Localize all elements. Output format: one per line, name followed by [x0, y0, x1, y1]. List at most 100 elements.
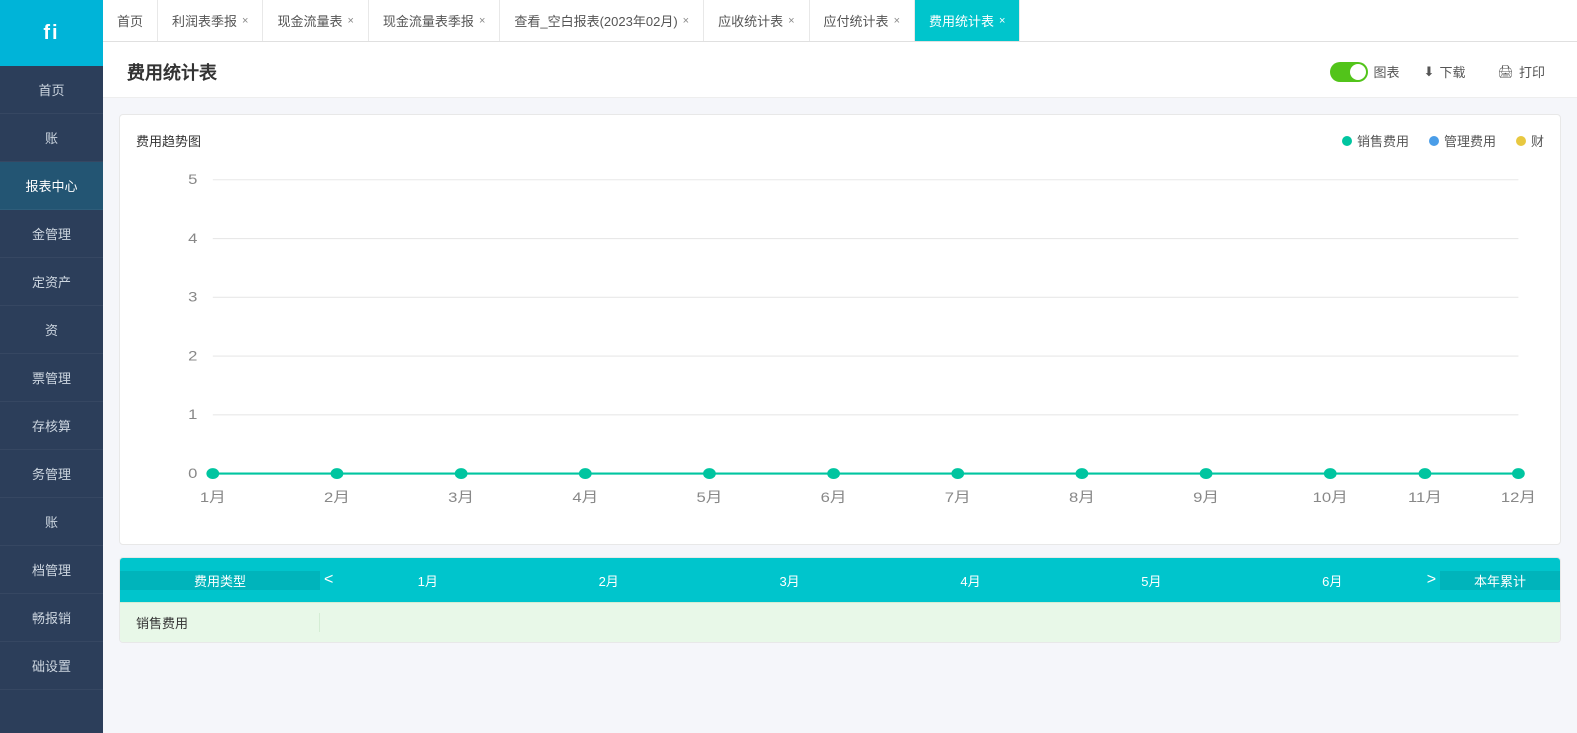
tab-blank-report[interactable]: 查看_空白报表(2023年02月) ×: [500, 0, 704, 42]
th-month-1: 1月: [337, 571, 518, 590]
main-area: 首页 利润表季报 × 现金流量表 × 现金流量表季报 × 查看_空白报表(202…: [103, 0, 1577, 733]
legend-label-sales: 销售费用: [1357, 131, 1409, 150]
svg-text:5: 5: [188, 172, 197, 188]
sidebar-item-tickets[interactable]: 票管理: [0, 354, 103, 402]
th-month-4: 4月: [880, 571, 1061, 590]
chart-header: 费用趋势图 销售费用 管理费用 财: [136, 131, 1544, 150]
close-icon[interactable]: ×: [788, 15, 794, 27]
chart-section: 费用趋势图 销售费用 管理费用 财: [119, 114, 1561, 545]
legend-dot-admin: [1429, 136, 1439, 146]
sidebar-item-account[interactable]: 账: [0, 114, 103, 162]
svg-text:2月: 2月: [324, 490, 350, 506]
sidebar-item-capital[interactable]: 资: [0, 306, 103, 354]
sidebar-item-finance[interactable]: 金管理: [0, 210, 103, 258]
sidebar-item-inventory[interactable]: 存核算: [0, 402, 103, 450]
header-actions: 图表 ⬇ 下载 🖨 打印: [1330, 58, 1553, 85]
th-month-5-label: 5月: [1141, 571, 1161, 590]
legend-dot-sales: [1342, 136, 1352, 146]
chart-legend: 销售费用 管理费用 财: [1342, 131, 1544, 150]
print-label: 打印: [1519, 62, 1545, 81]
sidebar-item-archive[interactable]: 档管理: [0, 546, 103, 594]
download-label: 下载: [1439, 62, 1465, 81]
th-month-6: 6月: [1242, 571, 1423, 590]
table-row: 销售费用: [120, 602, 1560, 642]
tab-expense-stats[interactable]: 费用统计表 ×: [915, 0, 1020, 42]
svg-text:12月: 12月: [1501, 490, 1536, 506]
close-icon[interactable]: ×: [683, 15, 689, 27]
chart-container: 5 4 3 2 1 0: [136, 158, 1544, 528]
print-button[interactable]: 🖨 打印: [1489, 58, 1553, 85]
tab-payable[interactable]: 应付统计表 ×: [810, 0, 915, 42]
svg-text:2: 2: [188, 349, 197, 365]
sidebar-logo: fi: [0, 0, 103, 66]
svg-text:3: 3: [188, 290, 197, 306]
th-type: 费用类型: [120, 571, 320, 590]
tabs-bar: 首页 利润表季报 × 现金流量表 × 现金流量表季报 × 查看_空白报表(202…: [103, 0, 1577, 42]
legend-dot-finance: [1516, 136, 1526, 146]
svg-text:10月: 10月: [1313, 490, 1348, 506]
svg-text:1月: 1月: [200, 490, 226, 506]
th-month-2: 2月: [518, 571, 699, 590]
sidebar-item-assets[interactable]: 定资产: [0, 258, 103, 306]
th-month-3: 3月: [699, 571, 880, 590]
download-icon: ⬇: [1424, 64, 1435, 80]
close-icon[interactable]: ×: [999, 15, 1005, 27]
th-month-1-label: 1月: [418, 571, 438, 590]
legend-sales: 销售费用: [1342, 131, 1409, 150]
svg-text:7月: 7月: [945, 490, 971, 506]
tab-profit-quarterly[interactable]: 利润表季报 ×: [158, 0, 263, 42]
sidebar-item-services[interactable]: 务管理: [0, 450, 103, 498]
print-icon: 🖨: [1497, 64, 1514, 80]
svg-text:11月: 11月: [1408, 490, 1442, 506]
content-area: 费用统计表 图表 ⬇ 下载 🖨 打印 费用趋势图: [103, 42, 1577, 733]
next-month-button[interactable]: >: [1423, 571, 1440, 589]
close-icon[interactable]: ×: [242, 15, 248, 27]
line-chart-svg: 5 4 3 2 1 0: [136, 158, 1544, 528]
svg-text:8月: 8月: [1069, 490, 1095, 506]
legend-admin: 管理费用: [1429, 131, 1496, 150]
legend-label-finance: 财: [1531, 131, 1544, 150]
tab-label: 费用统计表: [929, 11, 994, 30]
tab-label: 现金流量表季报: [383, 11, 474, 30]
th-month-5: 5月: [1061, 571, 1242, 590]
close-icon[interactable]: ×: [894, 15, 900, 27]
close-icon[interactable]: ×: [479, 15, 485, 27]
th-total: 本年累计: [1440, 571, 1560, 590]
sidebar: fi 首页 账 报表中心 金管理 定资产 资 票管理 存核算 务管理 账 档管理…: [0, 0, 103, 733]
svg-text:1: 1: [188, 407, 197, 423]
table-section: 费用类型 < 1月 2月 3月 4月 5月 6月: [119, 557, 1561, 643]
sidebar-item-settings[interactable]: 础设置: [0, 642, 103, 690]
chart-toggle[interactable]: [1330, 62, 1368, 82]
download-button[interactable]: ⬇ 下载: [1416, 58, 1474, 85]
table-header-row: 费用类型 < 1月 2月 3月 4月 5月 6月: [120, 558, 1560, 602]
th-month-2-label: 2月: [599, 571, 619, 590]
close-icon[interactable]: ×: [347, 15, 353, 27]
svg-text:4: 4: [188, 231, 198, 247]
prev-month-button[interactable]: <: [320, 571, 337, 589]
th-month-3-label: 3月: [779, 571, 799, 590]
tab-label: 利润表季报: [172, 11, 237, 30]
svg-text:3月: 3月: [448, 490, 474, 506]
tab-receivable[interactable]: 应收统计表 ×: [704, 0, 809, 42]
chart-toggle-wrap: 图表: [1330, 62, 1400, 82]
th-month-4-label: 4月: [960, 571, 980, 590]
th-month-6-label: 6月: [1322, 571, 1342, 590]
tab-cashflow[interactable]: 现金流量表 ×: [263, 0, 368, 42]
sidebar-item-home[interactable]: 首页: [0, 66, 103, 114]
page-header: 费用统计表 图表 ⬇ 下载 🖨 打印: [103, 42, 1577, 98]
sidebar-item-ledger[interactable]: 账: [0, 498, 103, 546]
sidebar-item-reports[interactable]: 报表中心: [0, 162, 103, 210]
td-type: 销售费用: [120, 613, 320, 632]
legend-label-admin: 管理费用: [1444, 131, 1496, 150]
svg-text:4月: 4月: [572, 490, 598, 506]
svg-text:9月: 9月: [1193, 490, 1219, 506]
tab-cashflow-quarterly[interactable]: 现金流量表季报 ×: [369, 0, 500, 42]
tab-label: 现金流量表: [277, 11, 342, 30]
legend-finance: 财: [1516, 131, 1544, 150]
tab-label: 查看_空白报表(2023年02月): [514, 11, 677, 30]
tab-label: 首页: [117, 11, 143, 30]
svg-text:6月: 6月: [821, 490, 847, 506]
tab-home[interactable]: 首页: [103, 0, 158, 42]
th-total-label: 本年累计: [1474, 571, 1526, 590]
sidebar-item-expense[interactable]: 畅报销: [0, 594, 103, 642]
